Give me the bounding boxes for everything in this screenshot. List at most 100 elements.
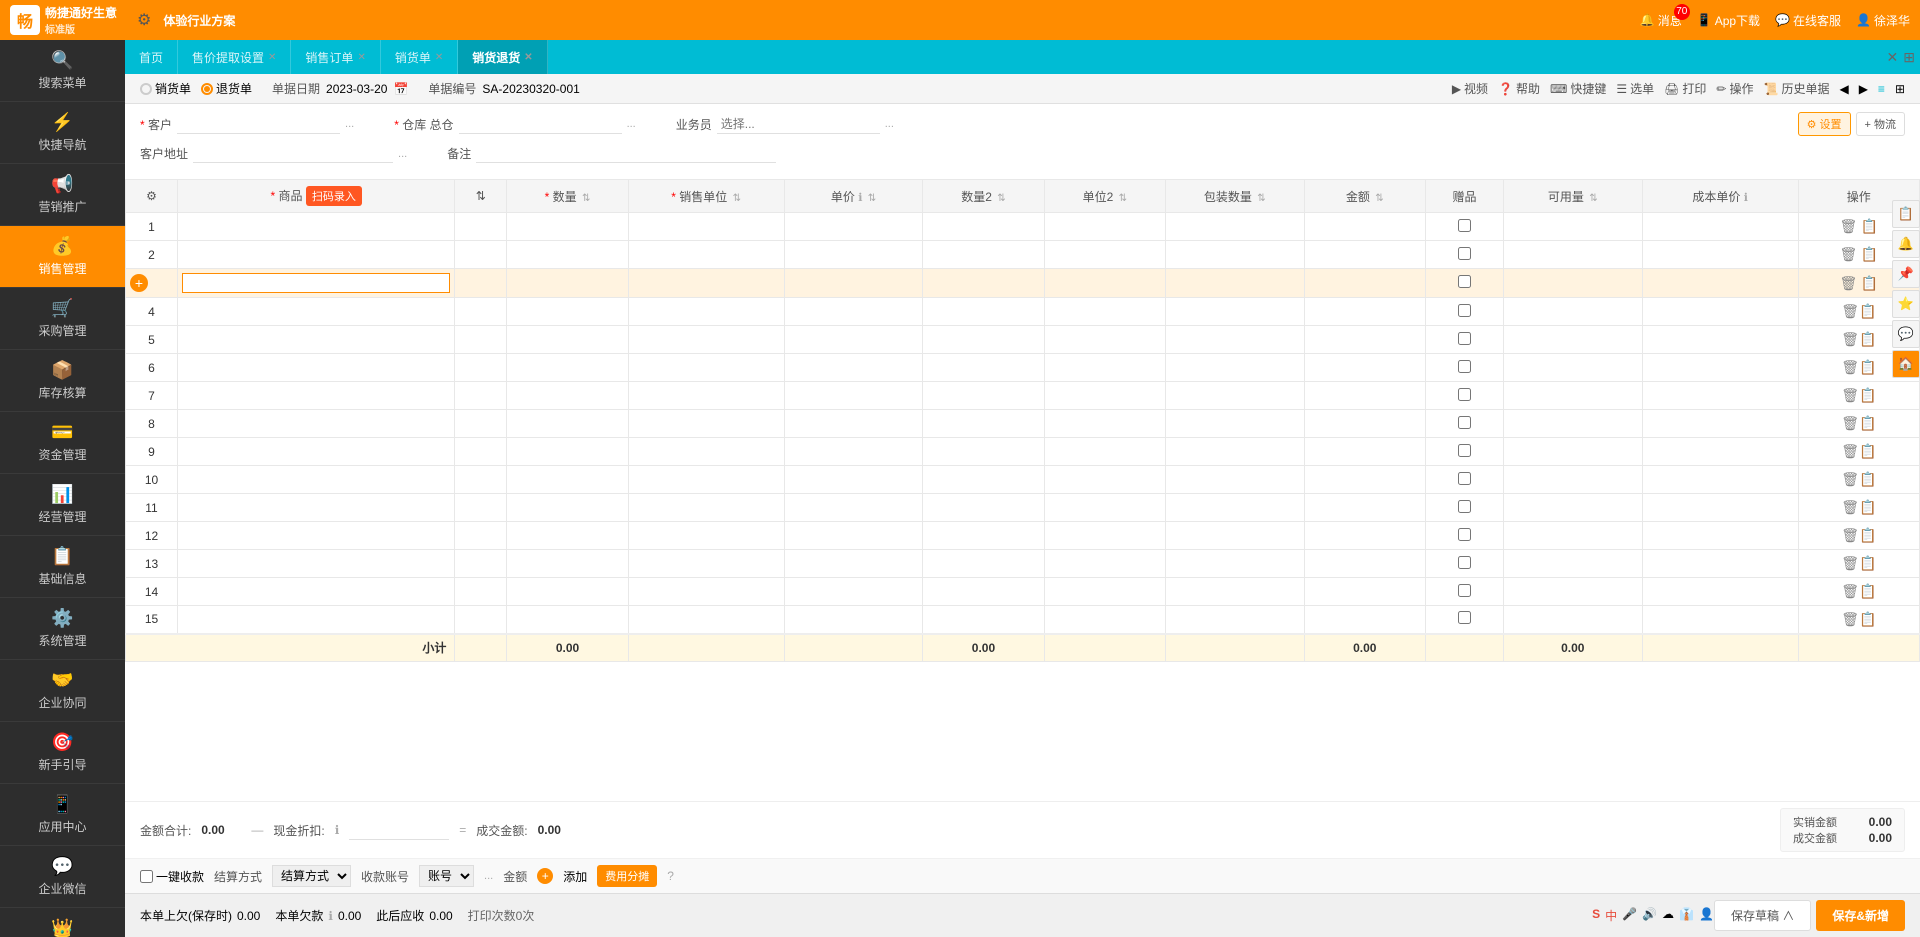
discount-info-icon[interactable]: ℹ: [335, 823, 340, 837]
fee-info-icon[interactable]: ?: [667, 869, 674, 883]
qty2-cell-3[interactable]: [923, 269, 1044, 298]
price-info-icon[interactable]: ℹ: [858, 192, 862, 204]
tab-expand-btn[interactable]: ⊞: [1903, 49, 1915, 66]
toolbar-shortcut[interactable]: ⌨ 快捷键: [1550, 80, 1606, 97]
list-view-btn[interactable]: ≡: [1878, 82, 1885, 96]
copy-btn-6[interactable]: 📋: [1859, 359, 1876, 376]
unit2-cell-1[interactable]: [1044, 213, 1165, 241]
sidebar-item-nav[interactable]: ⚡ 快捷导航: [0, 102, 125, 164]
address-dots[interactable]: ...: [398, 148, 407, 160]
float-btn-1[interactable]: 📋: [1892, 200, 1920, 228]
delete-btn-13[interactable]: 🗑: [1841, 555, 1859, 572]
sidebar-item-apps[interactable]: 📱 应用中心: [0, 784, 125, 846]
price-sort-icon[interactable]: ⇅: [868, 193, 876, 204]
delete-btn-11[interactable]: 🗑: [1841, 499, 1859, 516]
sidebar-item-system[interactable]: ⚙️ 系统管理: [0, 598, 125, 660]
copy-btn-7[interactable]: 📋: [1859, 387, 1876, 404]
add-payment-btn[interactable]: +: [537, 868, 553, 884]
tab-close-all-btn[interactable]: ✕: [1887, 49, 1899, 66]
copy-btn-15[interactable]: 📋: [1859, 611, 1876, 628]
sidebar-item-collab[interactable]: 🤝 企业协同: [0, 660, 125, 722]
settings-btn[interactable]: ⚙ 设置: [1798, 112, 1851, 136]
settlement-select[interactable]: 结算方式: [272, 865, 351, 887]
sidebar-item-purchase[interactable]: 🛒 采购管理: [0, 288, 125, 350]
pack-cell-2[interactable]: [1165, 241, 1304, 269]
grid-view-btn[interactable]: ⊞: [1895, 82, 1905, 96]
remark-input[interactable]: [476, 144, 776, 163]
pack-cell-1[interactable]: [1165, 213, 1304, 241]
one-click-pay-checkbox[interactable]: [140, 870, 153, 883]
tab-home[interactable]: 首页: [125, 40, 178, 74]
copy-btn-5[interactable]: 📋: [1859, 331, 1876, 348]
sidebar-item-search[interactable]: 🔍 搜索菜单: [0, 40, 125, 102]
tab-price[interactable]: 售价提取设置 ✕: [178, 40, 291, 74]
once-owe-icon[interactable]: ℹ: [328, 909, 333, 923]
th-sort1[interactable]: ⇅: [455, 180, 507, 213]
toolbar-video[interactable]: ▶ 视频: [1452, 80, 1488, 97]
avail-sort-icon[interactable]: ⇅: [1589, 193, 1597, 204]
logistics-btn[interactable]: + 物流: [1856, 112, 1905, 136]
unit2-cell-3[interactable]: [1044, 269, 1165, 298]
delete-btn-6[interactable]: 🗑: [1841, 359, 1859, 376]
delete-btn-5[interactable]: 🗑: [1841, 331, 1859, 348]
float-btn-4[interactable]: ⭐: [1892, 290, 1920, 318]
qty-cell-3[interactable]: [507, 269, 628, 298]
tab-sale[interactable]: 销货单 ✕: [381, 40, 458, 74]
copy-btn-13[interactable]: 📋: [1859, 555, 1876, 572]
delete-btn-7[interactable]: 🗑: [1841, 387, 1859, 404]
prev-record-btn[interactable]: ◀: [1839, 82, 1848, 96]
product-cell-3[interactable]: [178, 269, 455, 298]
add-row-btn[interactable]: +: [130, 274, 148, 292]
amount-sort-icon[interactable]: ⇅: [1375, 193, 1383, 204]
product-cell-1[interactable]: [178, 213, 455, 241]
copy-btn-14[interactable]: 📋: [1859, 583, 1876, 600]
product-input-3[interactable]: [182, 273, 450, 293]
copy-btn-4[interactable]: 📋: [1859, 303, 1876, 320]
price-cell-1[interactable]: [784, 213, 923, 241]
toolbar-help[interactable]: ❓ 帮助: [1498, 80, 1540, 97]
qty2-cell-2[interactable]: [923, 241, 1044, 269]
delete-btn-3[interactable]: 🗑: [1840, 275, 1858, 292]
copy-btn-12[interactable]: 📋: [1859, 527, 1876, 544]
app-download-btn[interactable]: 📱 App下载: [1697, 12, 1760, 29]
tab-return[interactable]: 销货退货 ✕: [458, 40, 547, 74]
calendar-icon[interactable]: 📅: [393, 82, 408, 96]
amount-cell-1[interactable]: [1304, 213, 1425, 241]
qty2-sort-icon[interactable]: ⇅: [997, 193, 1005, 204]
qty-cell-1[interactable]: [507, 213, 628, 241]
copy-btn-11[interactable]: 📋: [1859, 499, 1876, 516]
save-new-btn[interactable]: 保存&新增: [1816, 900, 1905, 931]
price-cell-3[interactable]: [784, 269, 923, 298]
price-cell-2[interactable]: [784, 241, 923, 269]
next-record-btn[interactable]: ▶: [1859, 82, 1868, 96]
address-input[interactable]: [193, 144, 393, 163]
copy-btn-2[interactable]: 📋: [1861, 246, 1878, 263]
user-btn[interactable]: 👤 徐泽华: [1856, 12, 1910, 29]
save-draft-btn[interactable]: 保存草稿 ∧: [1714, 900, 1811, 931]
sidebar-item-sales[interactable]: 💰 销售管理: [0, 226, 125, 288]
qty-cell-2[interactable]: [507, 241, 628, 269]
delete-btn-2[interactable]: 🗑: [1840, 246, 1858, 263]
unit-cell-1[interactable]: [628, 213, 784, 241]
sidebar-item-basic[interactable]: 📋 基础信息: [0, 536, 125, 598]
tab-sale-close[interactable]: ✕: [435, 52, 443, 63]
gear-icon[interactable]: ⚙: [146, 189, 157, 203]
pack-cell-3[interactable]: [1165, 269, 1304, 298]
tab-order[interactable]: 销售订单 ✕: [291, 40, 380, 74]
unit-cell-3[interactable]: [628, 269, 784, 298]
amount-cell-3[interactable]: [1304, 269, 1425, 298]
online-service-btn[interactable]: 💬 在线客服: [1775, 12, 1841, 29]
float-btn-6[interactable]: 🏠: [1892, 350, 1920, 378]
copy-btn-3[interactable]: 📋: [1861, 275, 1878, 292]
toolbar-operate[interactable]: ✏ 操作: [1716, 80, 1753, 97]
sidebar-item-member[interactable]: 👑 畅会员: [0, 908, 125, 937]
tab-price-close[interactable]: ✕: [268, 52, 276, 63]
unit2-sort-icon[interactable]: ⇅: [1119, 193, 1127, 204]
salesperson-input[interactable]: [717, 115, 880, 134]
product-cell-2[interactable]: [178, 241, 455, 269]
scan-btn[interactable]: 扫码录入: [306, 186, 362, 206]
gift-cell-3[interactable]: [1425, 269, 1503, 298]
discount-input[interactable]: [349, 821, 449, 840]
qty2-cell-1[interactable]: [923, 213, 1044, 241]
delete-btn-1[interactable]: 🗑: [1840, 218, 1858, 235]
